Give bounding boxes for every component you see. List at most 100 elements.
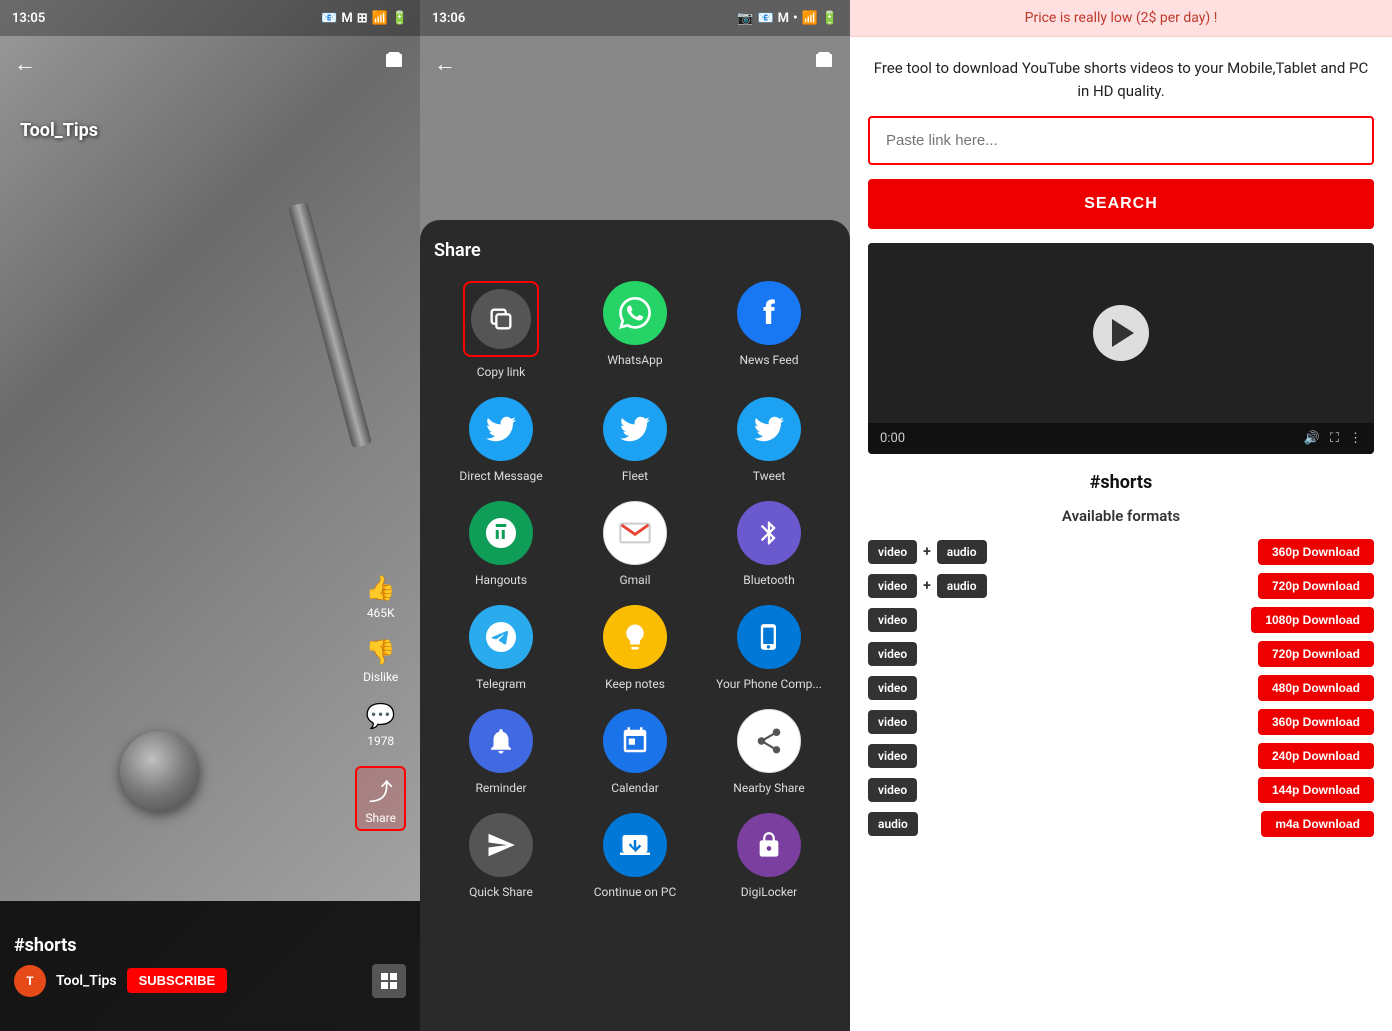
comments-action[interactable]: 💬 1978 (366, 702, 396, 748)
control-icons: 🔊 ⛶ ⋮ (1304, 431, 1362, 446)
play-triangle-icon (1112, 319, 1134, 347)
format-row-8: audio m4a Download (868, 811, 1374, 837)
share-item-direct-message[interactable]: Direct Message (434, 397, 568, 483)
format-tag-3-0: video (868, 642, 917, 666)
left-status-bar: 13:05 📧 M ⊞ 📶 🔋 (0, 0, 420, 36)
fullscreen-icon[interactable]: ⛶ (1330, 431, 1339, 446)
dislike-label: Dislike (363, 670, 398, 684)
share-item-keep-notes[interactable]: Keep notes (568, 605, 702, 691)
download-button-6[interactable]: 240p Download (1258, 743, 1374, 769)
dislike-action[interactable]: 👎 Dislike (363, 638, 398, 684)
middle-panel: 13:06 📷 📧 M • 📶 🔋 ← Share Copy (420, 0, 850, 1031)
direct-message-icon (469, 397, 533, 461)
download-button-2[interactable]: 1080p Download (1251, 607, 1374, 633)
downloader-content: Free tool to download YouTube shorts vid… (850, 37, 1392, 865)
share-item-digi-locker[interactable]: DigiLocker (702, 813, 836, 899)
more-options-icon[interactable]: ⋮ (1349, 431, 1362, 446)
middle-status-icons: 📷 📧 M • 📶 🔋 (737, 11, 838, 26)
time-display: 0:00 (880, 431, 905, 446)
link-input[interactable] (868, 116, 1374, 165)
continue-on-pc-label: Continue on PC (594, 885, 677, 899)
format-tag-1-0: video (868, 574, 917, 598)
promo-text: Price is really low (2$ per day) ! (868, 10, 1374, 26)
format-plus-1: + (923, 578, 931, 594)
middle-camera-button[interactable] (812, 49, 836, 79)
download-button-5[interactable]: 360p Download (1258, 709, 1374, 735)
left-panel: 13:05 📧 M ⊞ 📶 🔋 ← Tool_Tips 👍 465K 👎 Dis… (0, 0, 420, 1031)
download-button-7[interactable]: 144p Download (1258, 777, 1374, 803)
hangouts-icon (469, 501, 533, 565)
video-thumbnail (868, 243, 1374, 423)
download-button-8[interactable]: m4a Download (1261, 811, 1374, 837)
bottom-bar: #shorts T Tool_Tips SUBSCRIBE (0, 901, 420, 1031)
reminder-icon (469, 709, 533, 773)
hangouts-label: Hangouts (475, 573, 527, 587)
share-button[interactable]: ⤴ Share (355, 766, 406, 831)
gmail-icon (603, 501, 667, 565)
format-tag-0-0: video (868, 540, 917, 564)
digi-locker-icon (737, 813, 801, 877)
left-back-button[interactable]: ← (14, 51, 36, 77)
digi-locker-label: DigiLocker (741, 885, 797, 899)
fleet-icon (603, 397, 667, 461)
video-background (0, 0, 420, 1031)
share-item-bluetooth[interactable]: Bluetooth (702, 501, 836, 587)
video-watermark: Tool_Tips (20, 120, 98, 141)
likes-count: 465K (367, 606, 395, 620)
share-item-hangouts[interactable]: Hangouts (434, 501, 568, 587)
share-item-reminder[interactable]: Reminder (434, 709, 568, 795)
video-player: 0:00 🔊 ⛶ ⋮ (868, 243, 1374, 454)
whatsapp-label: WhatsApp (607, 353, 662, 367)
left-top-bar: ← (0, 36, 420, 92)
continue-on-pc-icon (603, 813, 667, 877)
left-camera-button[interactable] (382, 49, 406, 79)
channel-row: T Tool_Tips SUBSCRIBE (14, 964, 406, 998)
whatsapp-icon (603, 281, 667, 345)
channel-avatar: T (14, 965, 46, 997)
calendar-label: Calendar (611, 781, 659, 795)
play-button[interactable] (1093, 305, 1149, 361)
format-row-7: video 144p Download (868, 777, 1374, 803)
reminder-label: Reminder (475, 781, 526, 795)
format-plus-0: + (923, 544, 931, 560)
likes-action[interactable]: 👍 465K (366, 574, 396, 620)
share-item-continue-on-pc[interactable]: Continue on PC (568, 813, 702, 899)
news-feed-label: News Feed (739, 353, 798, 367)
gmail-label: Gmail (619, 573, 650, 587)
download-button-0[interactable]: 360p Download (1258, 539, 1374, 565)
bluetooth-label: Bluetooth (743, 573, 794, 587)
share-sheet-title: Share (434, 240, 836, 261)
format-tag-5-0: video (868, 710, 917, 734)
nearby-share-label: Nearby Share (733, 781, 804, 795)
formats-title: Available formats (868, 507, 1374, 525)
subscribe-button[interactable]: SUBSCRIBE (127, 968, 228, 993)
download-button-4[interactable]: 480p Download (1258, 675, 1374, 701)
format-tag-7-0: video (868, 778, 917, 802)
share-item-your-phone[interactable]: Your Phone Comp... (702, 605, 836, 691)
share-item-tweet[interactable]: Tweet (702, 397, 836, 483)
download-button-1[interactable]: 720p Download (1258, 573, 1374, 599)
format-tag-8-0: audio (868, 812, 918, 836)
share-item-fleet[interactable]: Fleet (568, 397, 702, 483)
fleet-label: Fleet (622, 469, 648, 483)
share-item-telegram[interactable]: Telegram (434, 605, 568, 691)
share-item-calendar[interactable]: Calendar (568, 709, 702, 795)
format-tag-4-0: video (868, 676, 917, 700)
download-button-3[interactable]: 720p Download (1258, 641, 1374, 667)
middle-top-bar: ← (420, 36, 850, 92)
promo-banner: Price is really low (2$ per day) ! (850, 0, 1392, 37)
share-item-copy-link[interactable]: Copy link (434, 281, 568, 379)
share-item-whatsapp[interactable]: WhatsApp (568, 281, 702, 379)
share-item-gmail[interactable]: Gmail (568, 501, 702, 587)
share-item-news-feed[interactable]: f News Feed (702, 281, 836, 379)
keep-notes-label: Keep notes (605, 677, 665, 691)
middle-back-button[interactable]: ← (434, 51, 456, 77)
share-item-nearby-share[interactable]: Nearby Share (702, 709, 836, 795)
share-icon: ⤴ (369, 772, 393, 807)
volume-icon[interactable]: 🔊 (1304, 431, 1320, 446)
telegram-label: Telegram (476, 677, 526, 691)
format-tag-6-0: video (868, 744, 917, 768)
quick-share-icon (469, 813, 533, 877)
search-button[interactable]: SEARCH (868, 179, 1374, 229)
share-item-quick-share[interactable]: Quick Share (434, 813, 568, 899)
